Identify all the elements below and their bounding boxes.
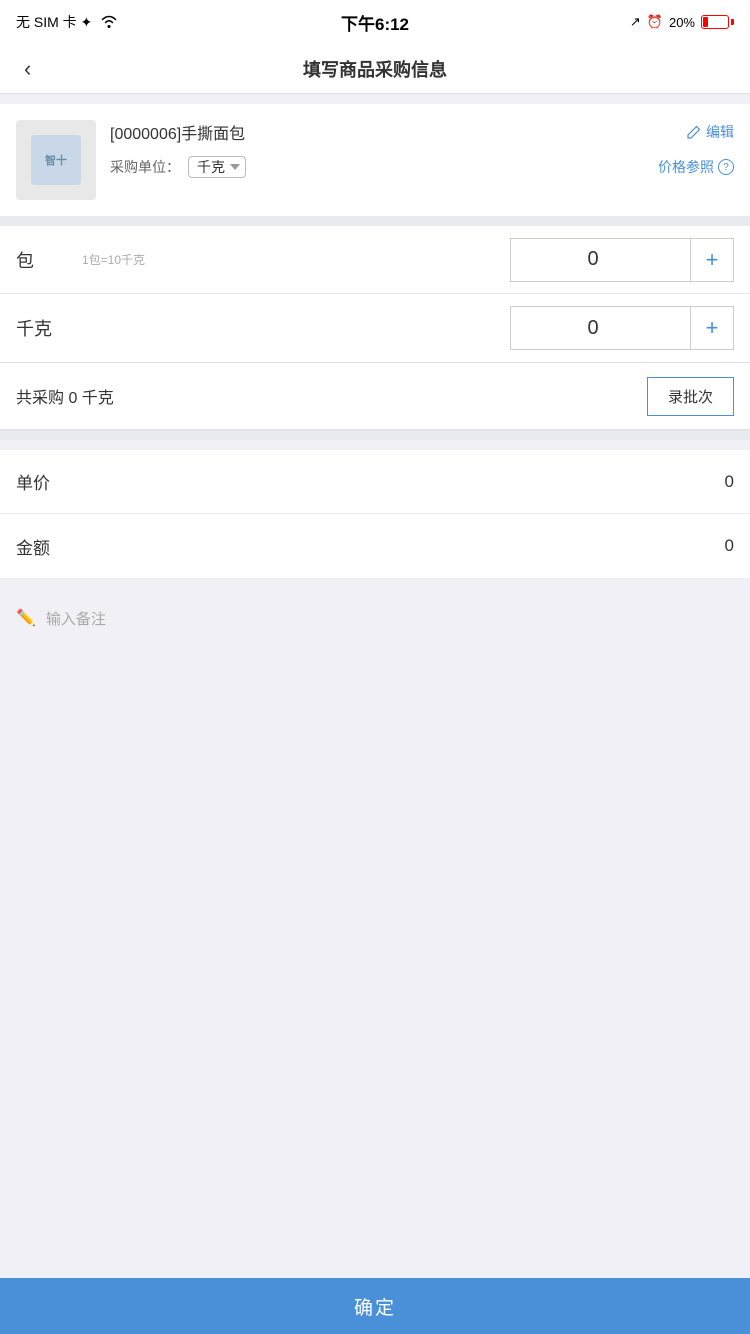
bao-label: 包 xyxy=(16,247,76,273)
bao-sublabel: 1包=10千克 xyxy=(82,251,145,268)
unit-select[interactable]: 千克 包 xyxy=(188,156,246,178)
kg-input-row: 千克 + xyxy=(0,294,750,362)
status-bar: 无 SIM 卡 ✦ 下午6:12 ↗ ⏰ 20% xyxy=(0,0,750,44)
product-thumbnail: 智十 xyxy=(31,135,81,185)
price-section: 单价 0 金额 0 xyxy=(0,450,750,578)
section-divider-2 xyxy=(0,430,750,440)
total-label: 共采购 0 千克 xyxy=(16,384,114,408)
amount-label: 金额 xyxy=(16,534,50,559)
wifi-icon xyxy=(100,14,118,31)
location-icon: ↗ xyxy=(630,14,641,30)
amount-row: 金额 0 xyxy=(0,514,750,578)
price-reference-button[interactable]: 价格参照 ? xyxy=(658,157,734,177)
product-unit-row: 采购单位： 千克 包 价格参照 ? xyxy=(110,156,734,178)
sim-label: 无 SIM 卡 ✦ xyxy=(16,12,92,32)
unit-price-value: 0 xyxy=(725,472,734,492)
confirm-button[interactable]: 确定 xyxy=(0,1278,750,1334)
product-name-row: [0000006]手撕面包 编辑 xyxy=(110,120,734,144)
bao-quantity-input[interactable] xyxy=(510,238,690,282)
kg-label: 千克 xyxy=(16,315,76,341)
status-right: ↗ ⏰ 20% xyxy=(630,14,734,30)
quantity-input-section: 包 1包=10千克 + 千克 + xyxy=(0,226,750,362)
note-placeholder: 输入备注 xyxy=(46,608,106,629)
kg-input-group: + xyxy=(510,306,734,350)
unit-price-row: 单价 0 xyxy=(0,450,750,514)
product-details: [0000006]手撕面包 编辑 采购单位： 千克 包 价格参照 ? xyxy=(110,120,734,178)
edit-label: 编辑 xyxy=(706,122,734,142)
product-image: 智十 xyxy=(16,120,96,200)
total-row: 共采购 0 千克 录批次 xyxy=(0,362,750,430)
background-filler xyxy=(0,648,750,1278)
product-name: [0000006]手撕面包 xyxy=(110,120,245,144)
page-title: 填写商品采购信息 xyxy=(303,56,447,82)
kg-quantity-input[interactable] xyxy=(510,306,690,350)
unit-label-text: 采购单位： xyxy=(110,157,180,177)
battery-percent: 20% xyxy=(669,15,695,30)
product-img-label: 智十 xyxy=(45,152,67,168)
unit-label: 采购单位： 千克 包 xyxy=(110,156,246,178)
battery-icon xyxy=(701,15,734,29)
price-ref-label: 价格参照 xyxy=(658,157,714,177)
note-section[interactable]: ✏️ 输入备注 xyxy=(0,588,750,648)
alarm-icon: ⏰ xyxy=(647,14,663,30)
kg-plus-button[interactable]: + xyxy=(690,306,734,350)
unit-price-label: 单价 xyxy=(16,469,50,494)
bao-input-group: + xyxy=(510,238,734,282)
nav-bar: ‹ 填写商品采购信息 xyxy=(0,44,750,94)
confirm-button-area: 确定 xyxy=(0,1278,750,1334)
status-time: 下午6:12 xyxy=(341,10,409,35)
section-divider-1 xyxy=(0,216,750,226)
edit-button[interactable]: 编辑 xyxy=(687,122,734,142)
bao-input-row: 包 1包=10千克 + xyxy=(0,226,750,294)
status-left: 无 SIM 卡 ✦ xyxy=(16,12,118,32)
back-button[interactable]: ‹ xyxy=(16,48,39,90)
note-pencil-icon: ✏️ xyxy=(16,608,36,628)
product-section: 智十 [0000006]手撕面包 编辑 采购单位： 千克 包 价格参照 ? xyxy=(0,104,750,216)
bao-plus-button[interactable]: + xyxy=(690,238,734,282)
amount-value: 0 xyxy=(725,536,734,556)
help-icon: ? xyxy=(718,159,734,175)
record-batch-button[interactable]: 录批次 xyxy=(647,377,734,416)
